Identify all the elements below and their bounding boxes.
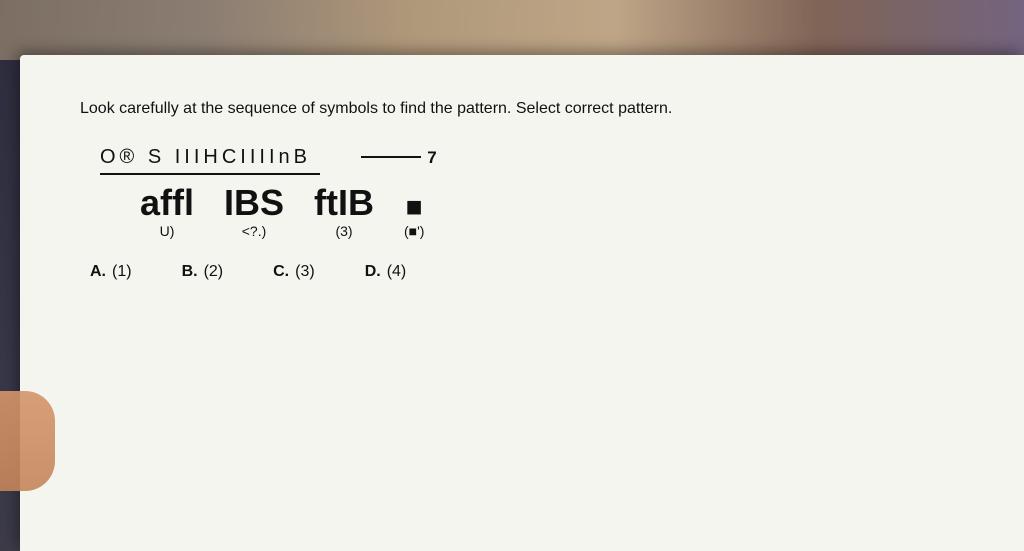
sequence-symbols: O® S IIIHCIIIInB 7	[100, 146, 964, 169]
answer-b: B. (2)	[182, 263, 224, 281]
option-3-symbol: ftIB	[314, 185, 374, 221]
answer-b-value: (2)	[204, 263, 224, 281]
answer-d-letter: D.	[365, 263, 381, 281]
option-2-symbol: IBS	[224, 185, 284, 221]
option-4-symbol: ■	[406, 193, 423, 221]
sequence-underline	[100, 173, 320, 175]
sequence-text: O® S IIIHCIIIInB	[100, 146, 311, 169]
question-text: Look carefully at the sequence of symbol…	[80, 95, 964, 122]
option-1-label: U)	[160, 223, 175, 239]
option-4-label: (■')	[404, 223, 424, 239]
answer-d: D. (4)	[365, 263, 407, 281]
dash-number: 7	[427, 148, 440, 168]
option-1: affl U)	[140, 185, 194, 239]
option-3-label: (3)	[335, 223, 352, 239]
sequence-dash	[361, 156, 421, 158]
hand-element	[0, 391, 55, 491]
answer-a-value: (1)	[112, 263, 132, 281]
answer-c-value: (3)	[295, 263, 315, 281]
sequence-area: O® S IIIHCIIIInB 7	[80, 146, 964, 175]
option-1-symbol: affl	[140, 185, 194, 221]
answer-d-value: (4)	[387, 263, 407, 281]
option-2-label: <?.)	[242, 223, 267, 239]
answer-b-letter: B.	[182, 263, 198, 281]
answers-row: A. (1) B. (2) C. (3) D. (4)	[90, 263, 964, 281]
answer-c-letter: C.	[273, 263, 289, 281]
answer-c: C. (3)	[273, 263, 315, 281]
option-2: IBS <?.)	[224, 185, 284, 239]
answer-a-letter: A.	[90, 263, 106, 281]
options-row: affl U) IBS <?.) ftIB (3) ■ (■')	[140, 185, 964, 239]
answer-a: A. (1)	[90, 263, 132, 281]
paper-sheet: Look carefully at the sequence of symbol…	[20, 55, 1024, 551]
top-decorative-bar	[0, 0, 1024, 60]
option-3: ftIB (3)	[314, 185, 374, 239]
option-4: ■ (■')	[404, 193, 424, 239]
